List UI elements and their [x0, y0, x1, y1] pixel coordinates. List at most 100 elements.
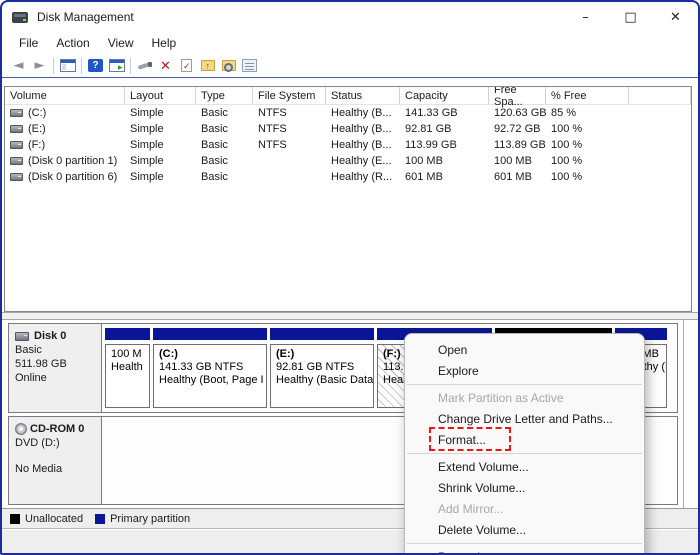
cell-pct_free: 100 %: [546, 171, 629, 183]
cell-status: Healthy (R...: [326, 171, 400, 183]
cell-status: Healthy (B...: [326, 107, 400, 119]
cell-text: Simple: [130, 123, 164, 135]
table-row[interactable]: (C:) Simple Basic NTFS Healthy (B... 141.33 G…: [5, 105, 691, 121]
tool-button[interactable]: [134, 56, 155, 76]
cell-pct_free: 100 %: [546, 155, 629, 167]
menu-item-change-drive-letter-and-paths[interactable]: Change Drive Letter and Paths...: [405, 409, 644, 430]
menu-help[interactable]: Help: [143, 34, 186, 52]
partition-block-0[interactable]: 100 M Health: [105, 344, 150, 408]
column-header-1[interactable]: Layout: [125, 87, 196, 104]
menu-item-shrink-volume[interactable]: Shrink Volume...: [405, 478, 644, 499]
action-pane-button[interactable]: [106, 56, 127, 76]
table-body: (C:) Simple Basic NTFS Healthy (B... 141.33 G…: [5, 105, 691, 185]
table-row[interactable]: (Disk 0 partition 1) Simple Basic Healthy (…: [5, 153, 691, 169]
check-disk-button[interactable]: [176, 56, 197, 76]
legend-swatch: [95, 513, 106, 524]
menu-item-format[interactable]: Format...: [405, 430, 644, 451]
cell-text: 113.99 GB: [405, 139, 457, 151]
cell-free_space: 120.63 GB: [489, 107, 546, 119]
maximize-button[interactable]: □: [608, 2, 653, 32]
table-row[interactable]: (F:) Simple Basic NTFS Healthy (B... 113.99 G…: [5, 137, 691, 153]
help-icon: ?: [88, 59, 103, 72]
pane-right-border: [683, 320, 684, 508]
splitter[interactable]: [2, 312, 698, 320]
delete-button[interactable]: ✕: [155, 56, 176, 76]
cell-type: Basic: [196, 155, 253, 167]
menu-view[interactable]: View: [99, 34, 143, 52]
column-header-6[interactable]: Free Spa...: [489, 87, 546, 108]
cell-layout: Simple: [125, 123, 196, 135]
details-button[interactable]: [239, 56, 260, 76]
menu-item-extend-volume[interactable]: Extend Volume...: [405, 457, 644, 478]
menu-item-open[interactable]: Open: [405, 340, 644, 361]
menu-separator: [407, 384, 642, 385]
column-header-7[interactable]: % Free: [546, 87, 629, 104]
folder-search-button[interactable]: [218, 56, 239, 76]
cell-text: (E:): [28, 123, 46, 135]
table-row[interactable]: (Disk 0 partition 6) Simple Basic Healthy (…: [5, 169, 691, 185]
close-button[interactable]: ✕: [653, 2, 698, 32]
cell-text: 100 %: [551, 123, 583, 135]
toolbar-separator: [130, 57, 131, 74]
cell-volume: (Disk 0 partition 6): [5, 171, 125, 183]
app-icon: [12, 11, 28, 23]
cell-text: (Disk 0 partition 6): [28, 171, 118, 183]
cell-text: Simple: [130, 155, 164, 167]
disk0-name: Disk 0: [34, 330, 67, 342]
help-button[interactable]: ?: [85, 56, 106, 76]
menu-item-explore[interactable]: Explore: [405, 361, 644, 382]
back-button[interactable]: ◄: [8, 56, 29, 76]
column-header-4[interactable]: Status: [326, 87, 400, 104]
forward-button[interactable]: ►: [29, 56, 50, 76]
cell-text: Basic: [201, 107, 228, 119]
volume-icon: [10, 141, 23, 149]
console-tree-button[interactable]: [57, 56, 78, 76]
partition-block-1[interactable]: (C:) 141.33 GB NTFS Healthy (Boot, Page I: [153, 344, 267, 408]
cell-text: NTFS: [258, 107, 287, 119]
cell-text: Basic: [201, 171, 228, 183]
column-header-filler: [629, 87, 691, 104]
partition-line: Healthy (Boot, Page I: [159, 374, 264, 386]
partition-block-2[interactable]: (E:) 92.81 GB NTFS Healthy (Basic Data: [270, 344, 374, 408]
cell-text: 601 MB: [494, 171, 532, 183]
cdrom-info[interactable]: CD-ROM 0 DVD (D:) No Media: [9, 417, 102, 504]
toolbar-separator: [81, 57, 82, 74]
column-header-5[interactable]: Capacity: [400, 87, 489, 104]
menu-action[interactable]: Action: [47, 34, 98, 52]
cell-free_space: 100 MB: [489, 155, 546, 167]
folder-up-button[interactable]: [197, 56, 218, 76]
table-row[interactable]: (E:) Simple Basic NTFS Healthy (B... 92.81 GB…: [5, 121, 691, 137]
cell-capacity: 601 MB: [400, 171, 489, 183]
cell-capacity: 92.81 GB: [400, 123, 489, 135]
table-header: Volume Layout Type File System Status Capacit…: [5, 87, 691, 108]
cell-text: (Disk 0 partition 1): [28, 155, 118, 167]
cell-text: 100 %: [551, 171, 583, 183]
minimize-button[interactable]: –: [563, 2, 608, 32]
disk-icon: [15, 331, 29, 341]
menubar: File Action View Help: [2, 32, 698, 54]
titlebar: Disk Management – □ ✕: [2, 2, 698, 32]
cell-text: 100 %: [551, 139, 583, 151]
menu-item-delete-volume[interactable]: Delete Volume...: [405, 520, 644, 541]
cell-file_system: NTFS: [253, 123, 326, 135]
cell-status: Healthy (B...: [326, 139, 400, 151]
legend-item-0: Unallocated: [10, 513, 83, 525]
legend-item-1: Primary partition: [95, 513, 190, 525]
column-header-2[interactable]: Type: [196, 87, 253, 104]
console-tree-icon: [59, 59, 76, 72]
cell-layout: Simple: [125, 139, 196, 151]
cell-free_space: 601 MB: [489, 171, 546, 183]
column-header-0[interactable]: Volume: [5, 87, 125, 104]
legend-label: Primary partition: [110, 512, 191, 525]
cell-text: Healthy (B...: [331, 139, 392, 151]
check-disk-icon: [181, 59, 192, 72]
disk0-info[interactable]: Disk 0 Basic 511.98 GB Online: [9, 324, 102, 412]
legend-swatch: [10, 513, 20, 524]
partition-title: (E:): [276, 348, 295, 360]
partition-line: 92.81 GB NTFS: [276, 361, 355, 373]
menu-item-properties[interactable]: Properties: [405, 547, 644, 553]
menu-file[interactable]: File: [10, 34, 47, 52]
column-header-3[interactable]: File System: [253, 87, 326, 104]
cell-type: Basic: [196, 123, 253, 135]
cell-text: 100 %: [551, 155, 583, 167]
